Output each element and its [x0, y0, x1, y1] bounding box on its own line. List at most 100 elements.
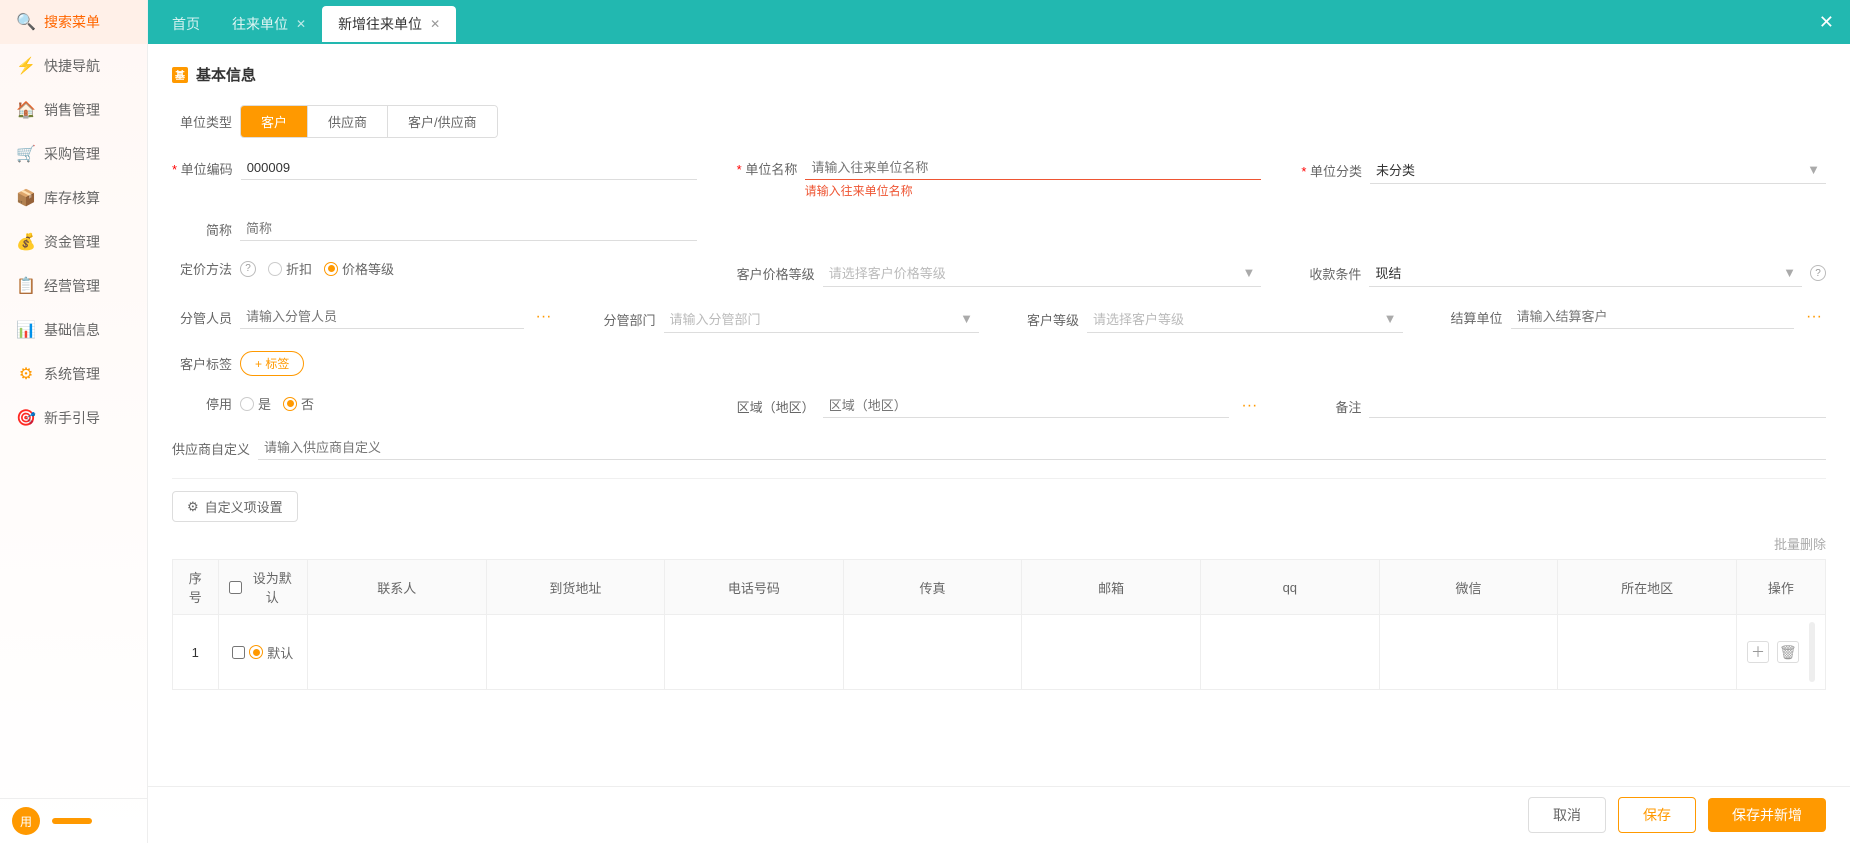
- payment-condition-select[interactable]: 现结 ▼: [1369, 259, 1802, 287]
- customer-level-select[interactable]: 请选择客户等级 ▼: [1087, 305, 1403, 333]
- tag-row: 客户标签 + 标签: [172, 351, 1826, 376]
- col-default: 设为默认: [218, 560, 307, 615]
- short-name-label: 简称: [172, 220, 232, 239]
- add-tag-button[interactable]: + 标签: [240, 351, 304, 376]
- sidebar-item-quicknav[interactable]: ⚡ 快捷导航: [0, 44, 147, 88]
- wechat-input[interactable]: [1390, 645, 1548, 660]
- disabled-yes-radio[interactable]: [240, 397, 254, 411]
- sidebar-item-stock[interactable]: 📦 库存核算: [0, 176, 147, 220]
- disabled-no-option[interactable]: 否: [283, 394, 314, 413]
- col-qq: qq: [1200, 560, 1379, 615]
- tab-home[interactable]: 首页: [156, 6, 216, 42]
- sidebar: 🔍 搜索菜单 ⚡ 快捷导航 🏠 销售管理 🛒 采购管理 📦 库存核算 💰 资金管…: [0, 0, 148, 843]
- chevron-down-icon: ▼: [1384, 311, 1397, 326]
- col-contact: 联系人: [307, 560, 486, 615]
- department-select[interactable]: 请输入分管部门 ▼: [664, 305, 980, 333]
- table-row: 1 默认: [173, 615, 1826, 690]
- short-name-input[interactable]: [240, 217, 697, 241]
- section-icon: 基: [172, 67, 188, 83]
- region-input[interactable]: [823, 394, 1230, 418]
- basic-icon: 📊: [16, 320, 36, 340]
- address-input[interactable]: [497, 645, 655, 660]
- tab-new-partner-close[interactable]: ✕: [430, 17, 440, 31]
- cell-address: [486, 615, 665, 690]
- unit-category-field: 单位分类 未分类 ▼: [1301, 156, 1826, 184]
- col-address: 到货地址: [486, 560, 665, 615]
- default-radio[interactable]: [249, 645, 263, 659]
- manager-field: 分管人员 ···: [172, 305, 556, 329]
- divider: [172, 478, 1826, 479]
- payment-help-icon[interactable]: ?: [1810, 265, 1826, 281]
- phone-input[interactable]: [675, 645, 833, 660]
- disabled-region-row: 停用 是 否 区: [172, 394, 1826, 418]
- region-more-btn[interactable]: ···: [1237, 397, 1261, 415]
- qq-input[interactable]: [1211, 645, 1369, 660]
- remark-label: 备注: [1301, 397, 1361, 416]
- sidebar-item-search[interactable]: 🔍 搜索菜单: [0, 0, 147, 44]
- select-all-checkbox[interactable]: [229, 581, 242, 594]
- disabled-label: 停用: [172, 394, 232, 413]
- discount-radio[interactable]: [268, 262, 282, 276]
- tab-partner[interactable]: 往来单位 ✕: [216, 6, 322, 42]
- type-btn-customer[interactable]: 客户: [241, 106, 308, 137]
- chevron-down-icon: ▼: [960, 311, 973, 326]
- cell-wechat: [1379, 615, 1558, 690]
- save-new-button[interactable]: 保存并新增: [1708, 798, 1826, 832]
- save-button[interactable]: 保存: [1618, 797, 1696, 833]
- settlement-input[interactable]: [1511, 305, 1795, 329]
- fax-input[interactable]: [854, 645, 1012, 660]
- sidebar-item-sales[interactable]: 🏠 销售管理: [0, 88, 147, 132]
- col-no: 序号: [173, 560, 219, 615]
- batch-delete-button[interactable]: 批量删除: [172, 534, 1826, 553]
- default-radio-item[interactable]: 默认: [249, 643, 293, 662]
- add-row-button[interactable]: ＋: [1747, 641, 1769, 663]
- sidebar-item-purchase[interactable]: 🛒 采购管理: [0, 132, 147, 176]
- row-region-input[interactable]: [1568, 645, 1726, 660]
- manager-more-btn[interactable]: ···: [532, 308, 556, 326]
- level-radio[interactable]: [324, 262, 338, 276]
- sidebar-item-newbie[interactable]: 🎯 新手引导: [0, 396, 147, 440]
- type-btn-supplier[interactable]: 供应商: [308, 106, 388, 137]
- cancel-button[interactable]: 取消: [1528, 797, 1606, 833]
- contact-input[interactable]: [318, 645, 476, 660]
- pricing-level-option[interactable]: 价格等级: [324, 259, 394, 278]
- tab-partner-close[interactable]: ✕: [296, 17, 306, 31]
- sidebar-item-operation[interactable]: 📋 经营管理: [0, 264, 147, 308]
- sidebar-item-system[interactable]: ⚙ 系统管理: [0, 352, 147, 396]
- pricing-method-label: 定价方法: [172, 259, 232, 278]
- window-close-button[interactable]: ✕: [1811, 12, 1842, 33]
- price-level-label: 客户价格等级: [737, 264, 815, 283]
- pricing-discount-option[interactable]: 折扣: [268, 259, 312, 278]
- unit-name-input[interactable]: [805, 156, 1261, 180]
- unit-category-select[interactable]: 未分类 ▼: [1370, 156, 1826, 184]
- price-level-select[interactable]: 请选择客户价格等级 ▼: [823, 259, 1262, 287]
- supplier-custom-input[interactable]: [258, 436, 1826, 460]
- sidebar-item-basic[interactable]: 📊 基础信息: [0, 308, 147, 352]
- type-btn-both[interactable]: 客户/供应商: [388, 106, 497, 137]
- progress-bar: [52, 818, 92, 824]
- col-region: 所在地区: [1558, 560, 1737, 615]
- email-input[interactable]: [1032, 645, 1190, 660]
- region-label: 区域（地区）: [737, 397, 815, 416]
- scrollbar[interactable]: [1809, 622, 1815, 682]
- settlement-more-btn[interactable]: ···: [1802, 308, 1826, 326]
- pricing-help-icon[interactable]: ?: [240, 261, 256, 277]
- remark-input[interactable]: [1369, 394, 1826, 418]
- delete-row-button[interactable]: 🗑: [1777, 641, 1799, 663]
- manager-input[interactable]: [240, 305, 524, 329]
- disabled-no-radio[interactable]: [283, 397, 297, 411]
- cell-default: 默认: [218, 615, 307, 690]
- unit-code-input[interactable]: [241, 156, 697, 180]
- manager-label: 分管人员: [172, 308, 232, 327]
- col-phone: 电话号码: [665, 560, 844, 615]
- row-checkbox[interactable]: [232, 646, 245, 659]
- sidebar-item-finance[interactable]: 💰 资金管理: [0, 220, 147, 264]
- custom-settings-button[interactable]: ⚙ 自定义项设置: [172, 491, 298, 522]
- manager-row: 分管人员 ··· 分管部门 请输入分管部门 ▼ 客户等级 请选择客户等级 ▼: [172, 305, 1826, 333]
- settlement-field: 结算单位 ···: [1443, 305, 1827, 329]
- disabled-yes-option[interactable]: 是: [240, 394, 271, 413]
- tab-new-partner[interactable]: 新增往来单位 ✕: [322, 6, 456, 42]
- gear-icon: ⚙: [187, 499, 199, 515]
- purchase-icon: 🛒: [16, 144, 36, 164]
- cell-action: ＋ 🗑: [1736, 615, 1825, 690]
